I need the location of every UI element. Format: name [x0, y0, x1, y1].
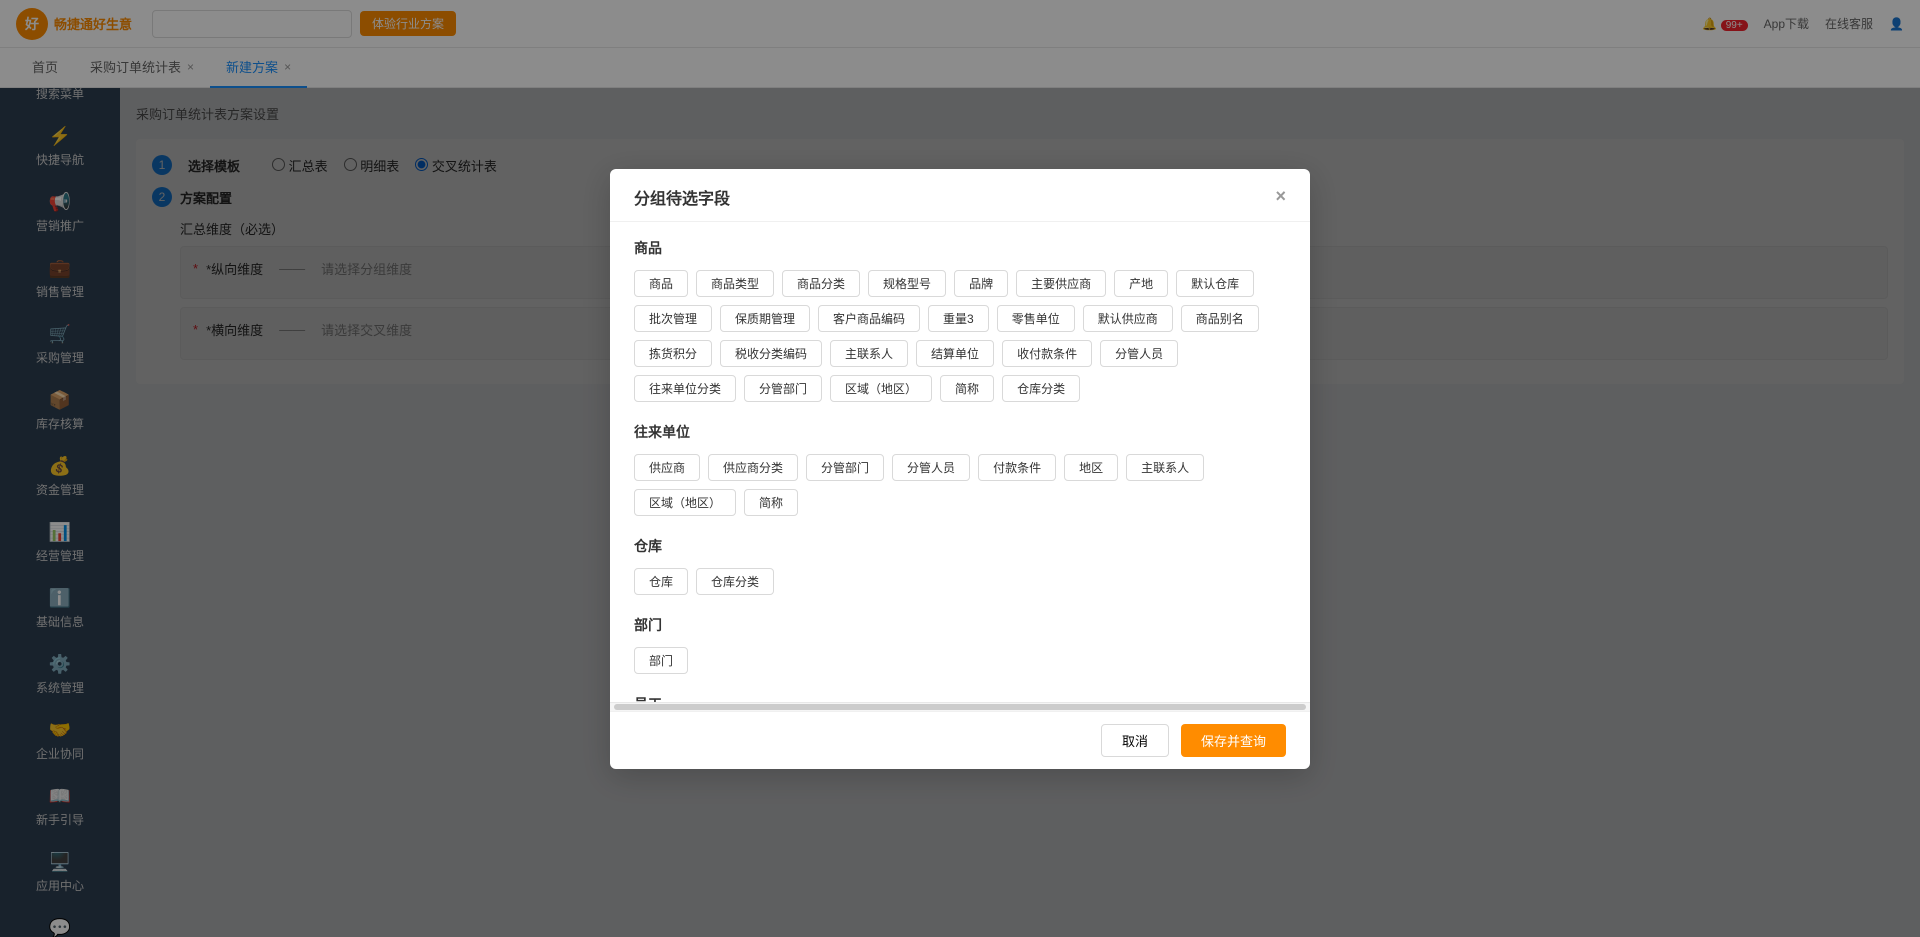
field-tag[interactable]: 区域（地区） [634, 489, 736, 516]
section-department-fields: 部门 [634, 647, 1286, 674]
field-tag[interactable]: 付款条件 [978, 454, 1056, 481]
field-tag[interactable]: 收付款条件 [1002, 340, 1092, 367]
field-tag[interactable]: 保质期管理 [720, 305, 810, 332]
field-tag[interactable]: 主要供应商 [1016, 270, 1106, 297]
cancel-button[interactable]: 取消 [1101, 724, 1169, 757]
field-tag[interactable]: 简称 [940, 375, 994, 402]
field-tag[interactable]: 区域（地区） [830, 375, 932, 402]
section-warehouse-fields: 仓库 仓库分类 [634, 568, 1286, 595]
field-tag[interactable]: 默认仓库 [1176, 270, 1254, 297]
section-goods-fields: 商品 商品类型 商品分类 规格型号 品牌 主要供应商 产地 默认仓库 批次管理 … [634, 270, 1286, 402]
field-tag[interactable]: 零售单位 [997, 305, 1075, 332]
confirm-button[interactable]: 保存并查询 [1181, 724, 1286, 757]
field-tag[interactable]: 税收分类编码 [720, 340, 822, 367]
field-tag[interactable]: 产地 [1114, 270, 1168, 297]
field-tag[interactable]: 商品别名 [1181, 305, 1259, 332]
field-tag[interactable]: 仓库分类 [1002, 375, 1080, 402]
modal-title: 分组待选字段 [634, 185, 730, 209]
modal-overlay: 分组待选字段 × 商品 商品 商品类型 商品分类 规格型号 品牌 主要供应商 产… [0, 0, 1920, 937]
field-tag[interactable]: 客户商品编码 [818, 305, 920, 332]
field-tag[interactable]: 拣货积分 [634, 340, 712, 367]
section-goods-title: 商品 [634, 238, 1286, 258]
modal-body: 商品 商品 商品类型 商品分类 规格型号 品牌 主要供应商 产地 默认仓库 批次… [610, 222, 1310, 702]
modal-footer: 取消 保存并查询 [610, 711, 1310, 769]
section-department: 部门 部门 [634, 615, 1286, 674]
field-tag[interactable]: 分管部门 [744, 375, 822, 402]
section-partner-title: 往来单位 [634, 422, 1286, 442]
section-partner-fields: 供应商 供应商分类 分管部门 分管人员 付款条件 地区 主联系人 区域（地区） … [634, 454, 1286, 516]
field-tag[interactable]: 主联系人 [1126, 454, 1204, 481]
field-tag[interactable]: 仓库 [634, 568, 688, 595]
field-tag[interactable]: 主联系人 [830, 340, 908, 367]
section-partner: 往来单位 供应商 供应商分类 分管部门 分管人员 付款条件 地区 主联系人 区域… [634, 422, 1286, 516]
section-goods: 商品 商品 商品类型 商品分类 规格型号 品牌 主要供应商 产地 默认仓库 批次… [634, 238, 1286, 402]
section-employee: 员工 业务员 [634, 694, 1286, 702]
field-tag[interactable]: 批次管理 [634, 305, 712, 332]
field-tag[interactable]: 地区 [1064, 454, 1118, 481]
section-department-title: 部门 [634, 615, 1286, 635]
field-tag[interactable]: 供应商 [634, 454, 700, 481]
modal-header: 分组待选字段 × [610, 169, 1310, 222]
section-warehouse: 仓库 仓库 仓库分类 [634, 536, 1286, 595]
field-tag[interactable]: 仓库分类 [696, 568, 774, 595]
field-tag[interactable]: 规格型号 [868, 270, 946, 297]
field-tag[interactable]: 简称 [744, 489, 798, 516]
modal-close-button[interactable]: × [1275, 186, 1286, 207]
field-tag[interactable]: 分管人员 [892, 454, 970, 481]
field-tag[interactable]: 商品 [634, 270, 688, 297]
modal-horizontal-scrollbar[interactable] [610, 702, 1310, 711]
field-tag[interactable]: 默认供应商 [1083, 305, 1173, 332]
field-tag[interactable]: 部门 [634, 647, 688, 674]
field-tag[interactable]: 商品类型 [696, 270, 774, 297]
field-tag[interactable]: 重量3 [928, 305, 989, 332]
field-tag[interactable]: 分管人员 [1100, 340, 1178, 367]
field-tag[interactable]: 结算单位 [916, 340, 994, 367]
field-tag[interactable]: 往来单位分类 [634, 375, 736, 402]
section-warehouse-title: 仓库 [634, 536, 1286, 556]
field-tag[interactable]: 分管部门 [806, 454, 884, 481]
field-tag[interactable]: 品牌 [954, 270, 1008, 297]
section-employee-title: 员工 [634, 694, 1286, 702]
field-tag[interactable]: 供应商分类 [708, 454, 798, 481]
field-selection-modal: 分组待选字段 × 商品 商品 商品类型 商品分类 规格型号 品牌 主要供应商 产… [610, 169, 1310, 769]
field-tag[interactable]: 商品分类 [782, 270, 860, 297]
